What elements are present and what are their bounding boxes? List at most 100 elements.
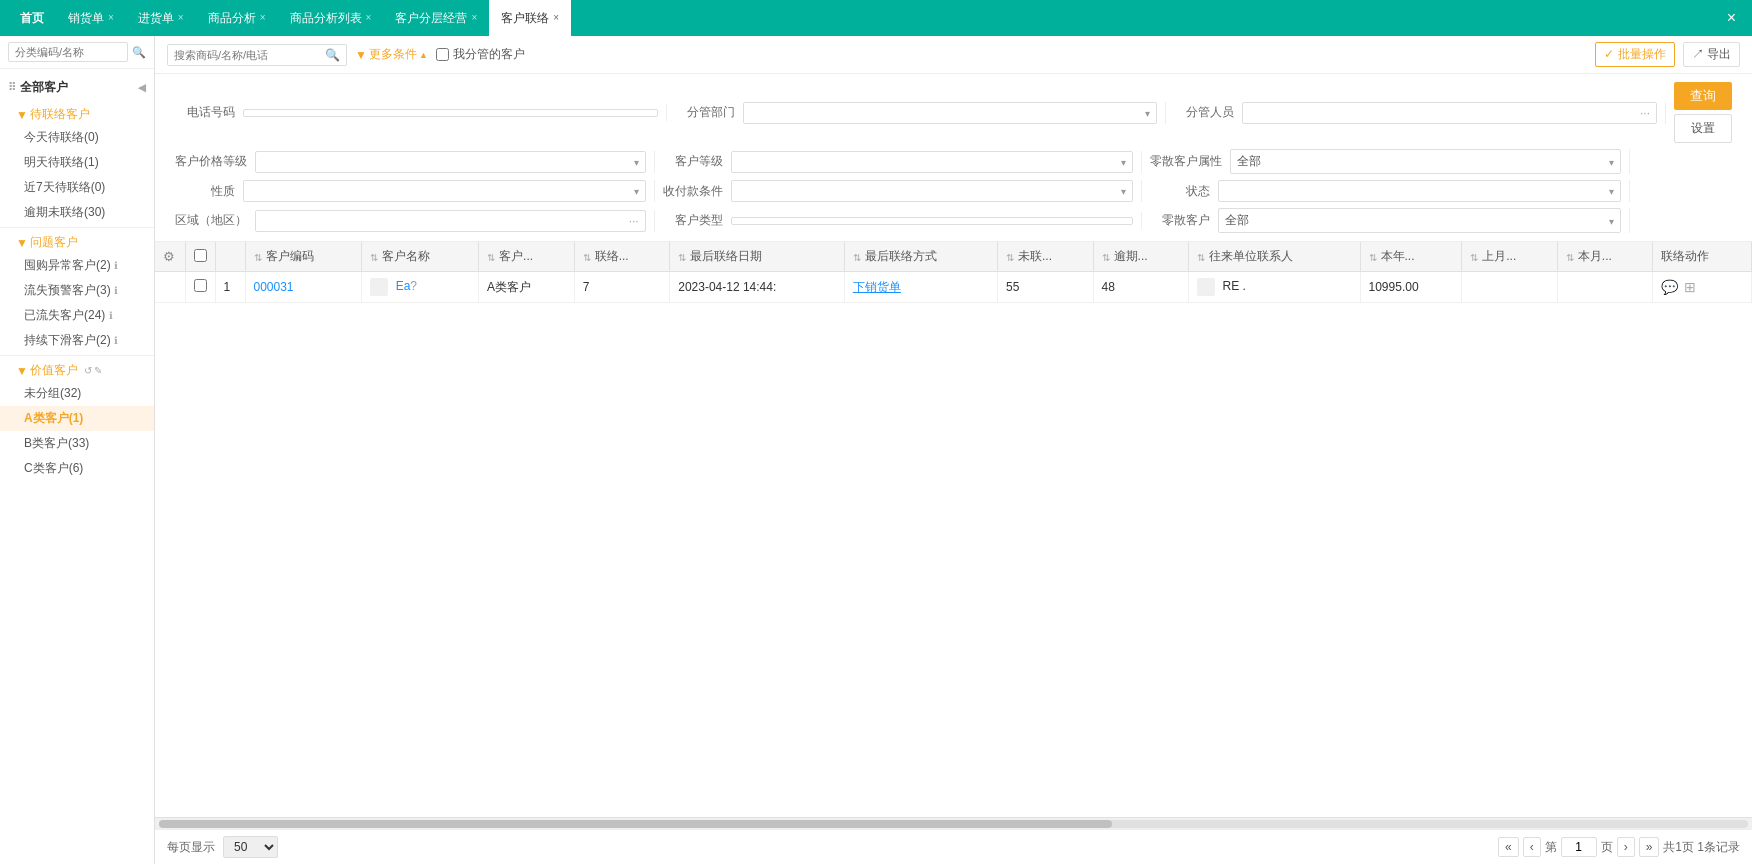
col-no-contact[interactable]: 未联... [997,242,1093,272]
sidebar-item-a-class[interactable]: A类客户(1) [0,406,154,431]
sort-contact-icon [583,250,593,264]
cell-checkbox[interactable] [185,272,215,303]
query-button[interactable]: 查询 [1674,82,1732,110]
top-nav: 首页 销货单 × 进货单 × 商品分析 × 商品分析列表 × 客户分层经营 × … [0,0,1752,36]
chat-icon[interactable]: 💬 [1661,279,1678,295]
select-payment[interactable] [731,180,1134,202]
select-status[interactable] [1218,180,1621,202]
input-phone[interactable] [243,109,658,117]
filter-search-icon[interactable]: 🔍 [325,48,340,62]
my-customers-checkbox[interactable] [436,48,449,61]
select-nature[interactable] [243,180,646,202]
page-input[interactable] [1561,837,1597,857]
sidebar-item-declining[interactable]: 持续下滑客户(2) ℹ [0,328,154,353]
label-retail: 零散客户 [1150,212,1210,229]
sidebar-root[interactable]: ⠿ 全部客户 ◀ [0,73,154,102]
input-type[interactable] [731,217,1134,225]
input-region[interactable]: ··· [255,210,646,232]
select-customer-level[interactable] [731,151,1134,173]
nav-close-window[interactable]: × [1719,9,1744,27]
nav-tab-analysis-list[interactable]: 商品分析列表 × [278,0,384,36]
sidebar-section-problem[interactable]: ▼ 问题客户 [0,230,154,253]
close-tab-customer-contact-icon[interactable]: × [553,0,559,36]
nav-tab-purchase[interactable]: 进货单 × [126,0,196,36]
sidebar-item-unclassified[interactable]: 未分组(32) [0,381,154,406]
sidebar-item-abnormal[interactable]: 囤购异常客户(2) ℹ [0,253,154,278]
edit-icon[interactable]: ✎ [94,365,102,376]
next-page-btn[interactable]: › [1617,837,1635,857]
sidebar-search-icon[interactable] [132,45,146,59]
gear-col-icon[interactable] [163,250,175,264]
main-layout: ⠿ 全部客户 ◀ ▼ 待联络客户 今天待联络(0) 明天待联络(1) 近7天待联… [0,36,1752,864]
dots-icon-person: ··· [1640,106,1650,120]
cell-name[interactable]: Ea? [362,272,479,303]
sidebar-item-tomorrow[interactable]: 明天待联络(1) [0,150,154,175]
col-name[interactable]: 客户名称 [362,242,479,272]
refresh-icon[interactable]: ↺ [84,365,92,376]
nav-home[interactable]: 首页 [8,0,56,36]
label-retail-attr: 零散客户属性 [1150,153,1222,170]
sidebar-section-pending[interactable]: ▼ 待联络客户 [0,102,154,125]
close-tab-analysis-list-icon[interactable]: × [366,0,372,36]
col-this-month[interactable]: 本月... [1557,242,1653,272]
label-region: 区域（地区） [175,212,247,229]
sidebar-item-overdue[interactable]: 逾期未联络(30) [0,200,154,225]
select-retail[interactable]: 全部 [1218,208,1621,233]
first-page-btn[interactable]: « [1498,837,1519,857]
col-this-year[interactable]: 本年... [1360,242,1462,272]
sidebar-item-today[interactable]: 今天待联络(0) [0,125,154,150]
col-checkbox[interactable] [185,242,215,272]
filter-search-input[interactable] [174,49,321,61]
filter-cell-phone: 电话号码 [167,104,667,121]
close-tab-analysis-icon[interactable]: × [260,0,266,36]
cell-code[interactable]: 000031 [245,272,362,303]
per-page-select[interactable]: 50 100 200 [223,836,278,858]
sidebar-search-input[interactable] [8,42,128,62]
nav-tab-customer-mgmt[interactable]: 客户分层经营 × [383,0,489,36]
sidebar-item-lost[interactable]: 已流失客户(24) ℹ [0,303,154,328]
window-close-icon[interactable]: × [1719,9,1744,26]
prev-page-btn[interactable]: ‹ [1523,837,1541,857]
row-checkbox[interactable] [194,279,207,292]
close-tab-sales-icon[interactable]: × [108,0,114,36]
col-code[interactable]: 客户编码 [245,242,362,272]
sidebar-section-value[interactable]: ▼ 价值客户 ↺ ✎ [0,358,154,381]
settings-button[interactable]: 设置 [1674,114,1732,143]
col-level[interactable]: 客户... [479,242,575,272]
col-last-date[interactable]: 最后联络日期 [670,242,845,272]
sidebar-item-c-class[interactable]: C类客户(6) [0,456,154,481]
col-contact[interactable]: 联络... [574,242,670,272]
last-page-btn[interactable]: » [1639,837,1660,857]
col-unit-contact[interactable]: 往来单位联系人 [1189,242,1360,272]
select-dept[interactable] [743,102,1158,124]
grid-action-icon[interactable]: ⊞ [1684,279,1696,295]
close-tab-purchase-icon[interactable]: × [178,0,184,36]
nav-tab-customer-contact[interactable]: 客户联络 × [489,0,571,36]
chevron-down-status-icon [1609,184,1614,198]
filter-row-3: 性质 收付款条件 状态 [167,180,1740,202]
scrollbar-track[interactable] [159,820,1748,828]
info-icon-2: ℹ [114,285,118,296]
col-overdue[interactable]: 逾期... [1093,242,1189,272]
sidebar-item-warning[interactable]: 流失预警客户(3) ℹ [0,278,154,303]
filter-more-btn[interactable]: ▼ 更多条件 ▲ [355,46,428,63]
close-tab-customer-mgmt-icon[interactable]: × [471,0,477,36]
sidebar-item-b-class[interactable]: B类客户(33) [0,431,154,456]
export-button[interactable]: ↗ 导出 [1683,42,1740,67]
scrollbar-thumb[interactable] [159,820,1112,828]
table-scroll-area[interactable]: 客户编码 客户名称 [155,242,1752,817]
input-person[interactable]: ··· [1242,102,1657,124]
col-last-way[interactable]: 最后联络方式 [844,242,997,272]
nav-tab-sales[interactable]: 销货单 × [56,0,126,36]
select-price-level[interactable] [255,151,646,173]
batch-op-button[interactable]: ✓ 批量操作 [1595,42,1674,67]
sidebar-item-7days[interactable]: 近7天待联络(0) [0,175,154,200]
horizontal-scrollbar[interactable] [155,817,1752,829]
nav-tab-analysis[interactable]: 商品分析 × [196,0,278,36]
select-retail-attr[interactable]: 全部 [1230,149,1621,174]
select-all-checkbox[interactable] [194,249,207,262]
col-settings[interactable] [155,242,185,272]
sidebar-collapse-icon[interactable]: ◀ [138,82,146,93]
cell-last-way[interactable]: 下销货单 [844,272,997,303]
col-last-month[interactable]: 上月... [1462,242,1558,272]
